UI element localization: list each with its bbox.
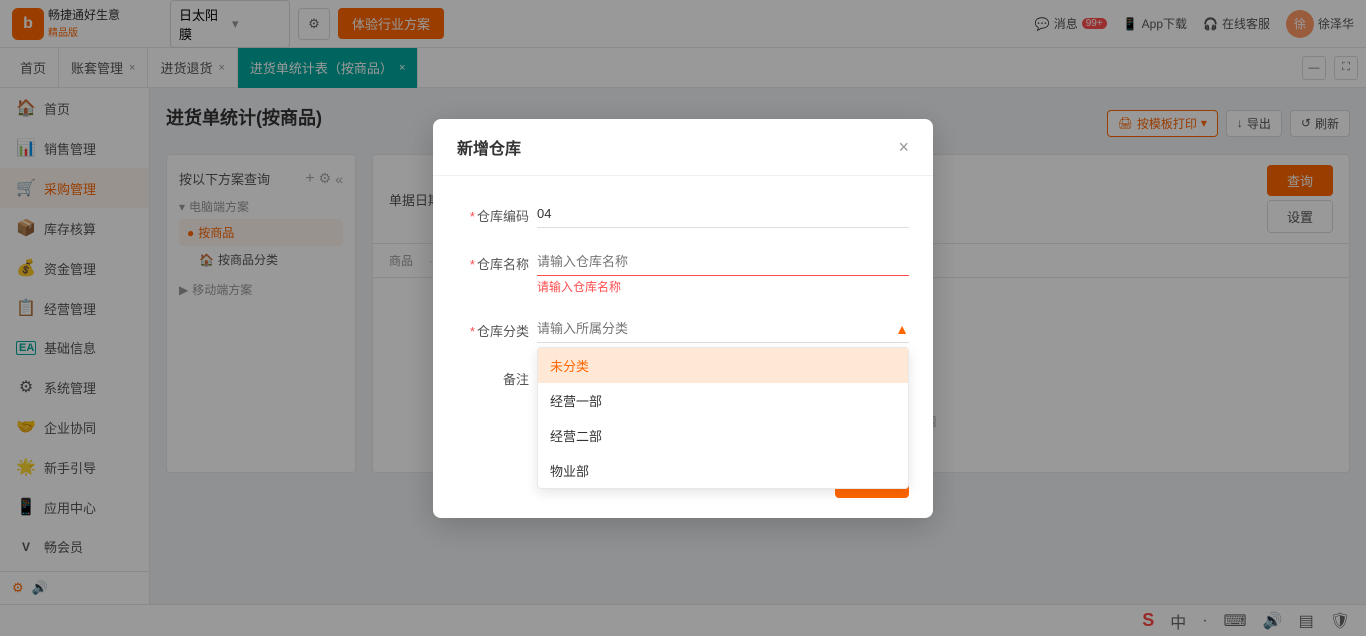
category-arrow-icon[interactable]: ▲ — [895, 321, 909, 337]
code-input[interactable] — [537, 200, 909, 228]
dialog-body: 仓库编码 仓库名称 请输入仓库名称 仓库分类 ▲ — [433, 176, 933, 453]
dialog-header: 新增仓库 × — [433, 119, 933, 176]
dropdown-item-dept3[interactable]: 物业部 — [538, 453, 908, 488]
dialog-title: 新增仓库 — [457, 135, 521, 159]
overlay: 新增仓库 × 仓库编码 仓库名称 请输入仓库名称 仓库分类 — [0, 0, 1366, 636]
dialog-close-button[interactable]: × — [898, 138, 909, 156]
dropdown-item-dept2[interactable]: 经营二部 — [538, 418, 908, 453]
name-error-message: 请输入仓库名称 — [537, 278, 909, 295]
name-label: 仓库名称 — [457, 248, 537, 273]
name-row: 仓库名称 请输入仓库名称 — [457, 248, 909, 295]
name-control: 请输入仓库名称 — [537, 248, 909, 295]
category-input[interactable] — [537, 315, 909, 343]
category-control: ▲ 未分类 经营一部 经营二部 物业部 — [537, 315, 909, 343]
code-row: 仓库编码 — [457, 200, 909, 228]
category-dropdown: 未分类 经营一部 经营二部 物业部 — [537, 347, 909, 489]
name-input[interactable] — [537, 248, 909, 276]
code-control — [537, 200, 909, 228]
code-label: 仓库编码 — [457, 200, 537, 225]
category-label: 仓库分类 — [457, 315, 537, 340]
dialog: 新增仓库 × 仓库编码 仓库名称 请输入仓库名称 仓库分类 — [433, 119, 933, 518]
category-row: 仓库分类 ▲ 未分类 经营一部 经营二部 物业部 — [457, 315, 909, 343]
dropdown-item-dept1[interactable]: 经营一部 — [538, 383, 908, 418]
dropdown-item-uncategorized[interactable]: 未分类 — [538, 348, 908, 383]
note-label: 备注 — [457, 363, 537, 388]
